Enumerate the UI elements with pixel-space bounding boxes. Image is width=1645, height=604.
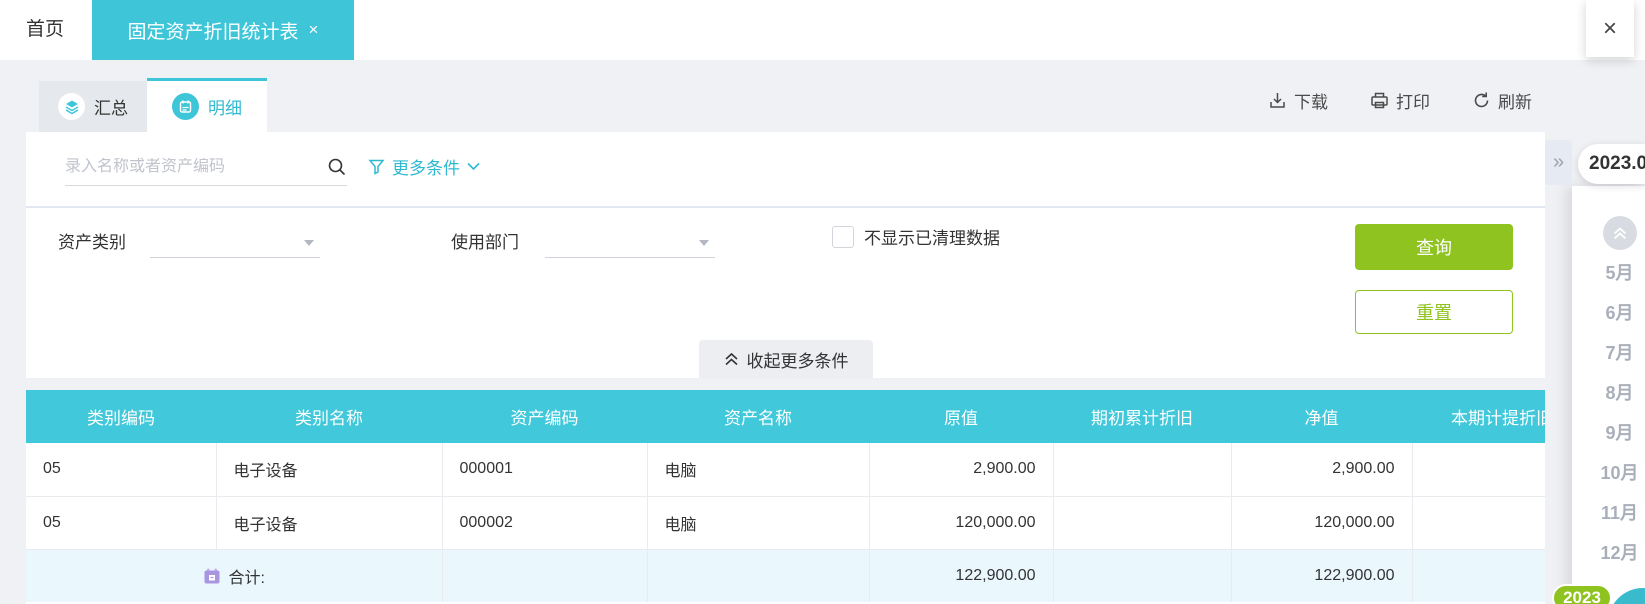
double-chevron-up-icon: [724, 352, 739, 366]
hide-cleared-checkbox[interactable]: [832, 226, 854, 248]
total-asset-code-cell: [441, 549, 647, 602]
month-item[interactable]: 5月: [1572, 253, 1645, 293]
collapse-conditions-label: 收起更多条件: [746, 351, 849, 371]
cell-category-name: 电子设备: [215, 496, 442, 550]
table-header: 类别编码 类别名称 资产编码 资产名称 原值 期初累计折旧 净值 本期计提折旧: [26, 390, 1545, 443]
total-net-value: 122,900.00: [1230, 549, 1412, 602]
table-total-row: 合计: 122,900.00 122,900.00: [26, 549, 1545, 602]
cell-net-value: 2,900.00: [1230, 443, 1412, 497]
tab-summary[interactable]: 汇总: [39, 81, 147, 132]
close-window-button[interactable]: ×: [1586, 0, 1634, 57]
total-original-value: 122,900.00: [868, 549, 1053, 602]
month-item[interactable]: 9月: [1572, 413, 1645, 453]
col-asset-code: 资产编码: [442, 390, 647, 443]
table-row: 05 电子设备 000002 电脑 120,000.00 120,000.00: [26, 496, 1545, 550]
col-original-value: 原值: [869, 390, 1053, 443]
cell-net-value: 120,000.00: [1230, 496, 1412, 550]
window-tab-bar: 首页 固定资产折旧统计表 × ×: [0, 0, 1645, 60]
refresh-icon: [1472, 91, 1491, 110]
more-conditions-toggle[interactable]: 更多条件: [368, 154, 480, 179]
reset-button[interactable]: 重置: [1355, 290, 1513, 334]
cell-category-code: 05: [26, 496, 216, 550]
cell-category-name: 电子设备: [215, 443, 442, 497]
total-label: 合计:: [228, 569, 265, 587]
print-label: 打印: [1396, 92, 1430, 112]
cell-initial-depreciation: [1052, 443, 1231, 497]
main-content: 汇总 明细 下载 打印 刷新 录入名称或者资产编码 更多条件 资产类别 使用部门…: [26, 60, 1545, 604]
dropdown-caret-icon: [699, 240, 709, 246]
query-button[interactable]: 查询: [1355, 224, 1513, 270]
asset-category-select[interactable]: [150, 228, 320, 258]
asset-category-label: 资产类别: [58, 233, 126, 252]
current-period-label[interactable]: 2023.01: [1578, 144, 1645, 184]
col-category-code: 类别编码: [26, 390, 216, 443]
department-select[interactable]: [545, 228, 715, 258]
month-list: 5月 6月 7月 8月 9月 10月 11月 12月: [1572, 253, 1645, 573]
tab-summary-label: 汇总: [94, 99, 128, 118]
year-badge[interactable]: 2023: [1552, 584, 1612, 604]
cell-category-code: 05: [26, 443, 216, 497]
view-tab-strip: 汇总 明细 下载 打印 刷新: [26, 60, 1545, 132]
months-scroll-up-button[interactable]: [1603, 216, 1637, 250]
double-chevron-right-icon: »: [1552, 151, 1565, 173]
tab-detail[interactable]: 明细: [147, 78, 267, 132]
table-row: 05 电子设备 000001 电脑 2,900.00 2,900.00: [26, 443, 1545, 497]
table-actions: 下载 打印 刷新: [1268, 84, 1532, 116]
tab-title: 固定资产折旧统计表: [127, 21, 299, 43]
tab-home[interactable]: 首页: [18, 0, 72, 60]
col-net-value: 净值: [1231, 390, 1412, 443]
col-initial-depreciation: 期初累计折旧: [1053, 390, 1231, 443]
total-initial-depreciation: [1052, 549, 1231, 602]
hide-cleared-label: 不显示已清理数据: [864, 229, 1000, 248]
tab-fixed-asset-depreciation[interactable]: 固定资产折旧统计表 ×: [92, 0, 354, 60]
total-current-depreciation: [1411, 549, 1545, 602]
cell-asset-name: 电脑: [646, 496, 869, 550]
filter-panel: 更多条件 资产类别 使用部门 不显示已清理数据 查询 重置 收起更多条件: [26, 132, 1545, 378]
print-icon: [1370, 91, 1389, 110]
close-tab-icon[interactable]: ×: [309, 20, 319, 40]
journal-icon: [172, 93, 199, 120]
total-calendar-icon: [203, 567, 221, 585]
total-asset-name-cell: [646, 549, 869, 602]
download-label: 下载: [1294, 92, 1328, 112]
depreciation-table: 类别编码 类别名称 资产编码 资产名称 原值 期初累计折旧 净值 本期计提折旧 …: [26, 390, 1545, 604]
filter-icon: [368, 158, 385, 175]
month-item[interactable]: 11月: [1572, 493, 1645, 533]
print-button[interactable]: 打印: [1370, 88, 1430, 113]
cell-original-value: 2,900.00: [868, 443, 1053, 497]
search-icon[interactable]: [327, 157, 347, 177]
col-current-depreciation: 本期计提折旧: [1412, 390, 1545, 443]
refresh-button[interactable]: 刷新: [1472, 88, 1532, 113]
month-item[interactable]: 6月: [1572, 293, 1645, 333]
more-conditions-label: 更多条件: [392, 159, 460, 178]
chevron-down-icon: [467, 162, 480, 171]
cell-current-depreciation: [1411, 443, 1545, 497]
month-item[interactable]: 12月: [1572, 533, 1645, 573]
cell-original-value: 120,000.00: [868, 496, 1053, 550]
col-category-name: 类别名称: [216, 390, 442, 443]
cell-current-depreciation: [1411, 496, 1545, 550]
search-field: [65, 148, 347, 186]
search-input[interactable]: [65, 157, 327, 176]
col-asset-name: 资产名称: [647, 390, 869, 443]
cell-initial-depreciation: [1052, 496, 1231, 550]
month-item[interactable]: 10月: [1572, 453, 1645, 493]
department-label: 使用部门: [451, 233, 519, 252]
cell-asset-name: 电脑: [646, 443, 869, 497]
total-label-cell: 合计:: [26, 549, 442, 602]
panel-divider: [26, 206, 1545, 208]
month-item[interactable]: 8月: [1572, 373, 1645, 413]
layers-icon: [58, 93, 85, 120]
cell-asset-code: 000002: [441, 496, 647, 550]
refresh-label: 刷新: [1498, 92, 1532, 112]
download-button[interactable]: 下载: [1268, 88, 1328, 113]
dropdown-caret-icon: [304, 240, 314, 246]
cell-asset-code: 000001: [441, 443, 647, 497]
sidebar-expand-handle[interactable]: »: [1545, 140, 1572, 185]
download-icon: [1268, 91, 1287, 110]
month-item[interactable]: 7月: [1572, 333, 1645, 373]
tab-detail-label: 明细: [208, 99, 242, 118]
collapse-conditions-button[interactable]: 收起更多条件: [699, 340, 873, 378]
